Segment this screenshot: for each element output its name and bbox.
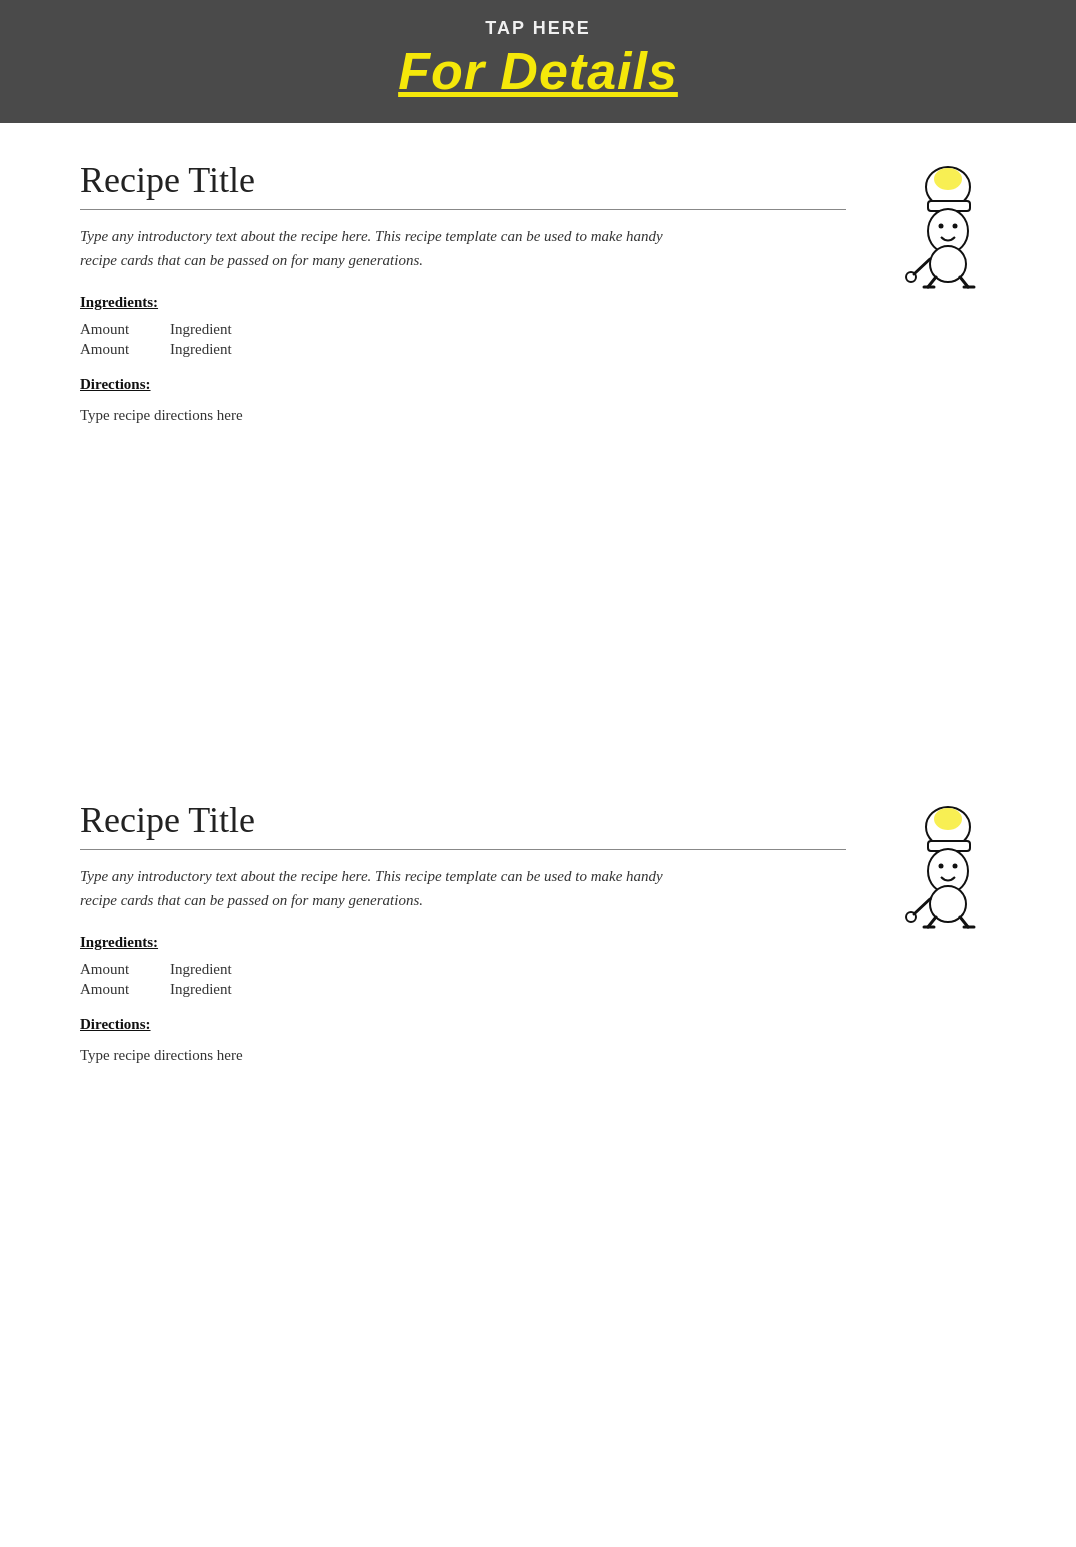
chef-svg-2: [876, 799, 996, 929]
recipe-2-divider: [80, 849, 846, 850]
recipe-2-directions-section: Directions: Type recipe directions here: [80, 1016, 846, 1067]
recipe-2-ingredient-row-1: Amount Ingredient: [80, 961, 846, 978]
recipe-2-ingredient-2: Ingredient: [170, 981, 232, 998]
recipe-1-ingredients-section: Ingredients: Amount Ingredient Amount In…: [80, 294, 846, 358]
recipe-2-chef-image: [876, 799, 996, 933]
recipe-card-2: Recipe Title Type any introductory text …: [0, 763, 1076, 1103]
recipe-2-amount-1: Amount: [80, 961, 170, 978]
svg-point-12: [934, 168, 962, 190]
svg-line-23: [914, 899, 930, 914]
for-details-label: For Details: [398, 41, 678, 101]
recipe-2-content: Recipe Title Type any introductory text …: [80, 799, 846, 1067]
recipe-2-ingredient-row-2: Amount Ingredient: [80, 981, 846, 998]
tap-here-label: TAP HERE: [0, 18, 1076, 39]
recipe-2-amount-2: Amount: [80, 981, 170, 998]
recipe-card-1: Recipe Title Type any introductory text …: [0, 123, 1076, 463]
svg-point-3: [939, 224, 944, 229]
recipe-1-ingredient-row-1: Amount Ingredient: [80, 321, 846, 338]
recipe-1-chef-image: [876, 159, 996, 293]
recipe-1-ingredients-heading: Ingredients:: [80, 294, 846, 311]
recipe-2-title: Recipe Title: [80, 799, 846, 841]
recipe-1-directions: Type recipe directions here: [80, 403, 846, 427]
recipe-1-amount-2: Amount: [80, 341, 170, 358]
recipe-2-directions-heading: Directions:: [80, 1016, 846, 1033]
svg-point-17: [953, 864, 958, 869]
recipe-2-ingredients-heading: Ingredients:: [80, 934, 846, 951]
recipe-2-intro: Type any introductory text about the rec…: [80, 864, 680, 912]
chef-svg-1: [876, 159, 996, 289]
recipe-1-content: Recipe Title Type any introductory text …: [80, 159, 846, 427]
recipe-1-ingredient-1: Ingredient: [170, 321, 232, 338]
recipe-1-title: Recipe Title: [80, 159, 846, 201]
recipe-2-ingredient-1: Ingredient: [170, 961, 232, 978]
page-header[interactable]: TAP HERE For Details: [0, 0, 1076, 123]
svg-point-4: [953, 224, 958, 229]
svg-point-25: [934, 808, 962, 830]
recipe-1-divider: [80, 209, 846, 210]
recipe-1-amount-1: Amount: [80, 321, 170, 338]
recipe-1-directions-section: Directions: Type recipe directions here: [80, 376, 846, 427]
recipe-2-directions: Type recipe directions here: [80, 1043, 846, 1067]
recipe-1-ingredient-row-2: Amount Ingredient: [80, 341, 846, 358]
svg-point-16: [939, 864, 944, 869]
recipe-1-intro: Type any introductory text about the rec…: [80, 224, 680, 272]
recipe-1-directions-heading: Directions:: [80, 376, 846, 393]
svg-line-10: [914, 259, 930, 274]
recipe-1-ingredient-2: Ingredient: [170, 341, 232, 358]
svg-point-24: [906, 912, 916, 922]
svg-point-11: [906, 272, 916, 282]
recipe-2-ingredients-section: Ingredients: Amount Ingredient Amount In…: [80, 934, 846, 998]
